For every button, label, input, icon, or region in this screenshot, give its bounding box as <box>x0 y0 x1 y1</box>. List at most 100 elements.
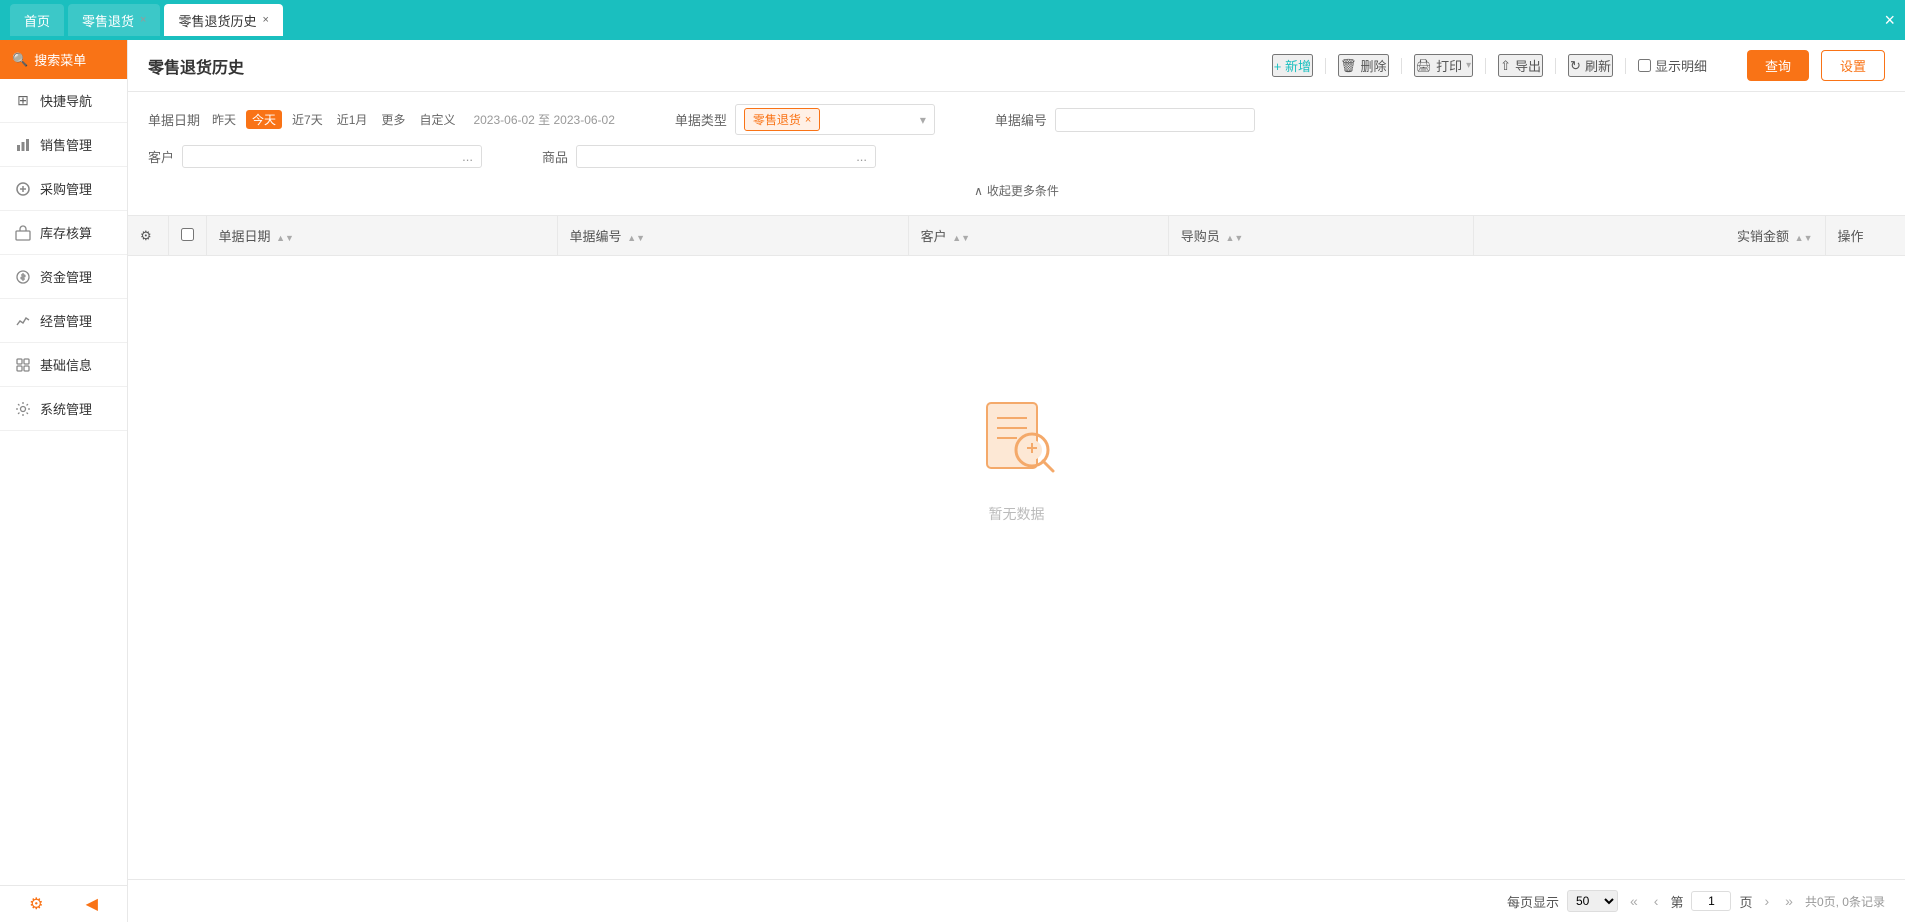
sidebar-item-inventory-label: 库存核算 <box>40 223 92 242</box>
per-page-select[interactable]: 50 20 100 <box>1567 890 1618 912</box>
goods-input-area[interactable]: ... <box>576 145 876 168</box>
show-detail-label: 显示明细 <box>1655 56 1707 75</box>
sidebar-settings-button[interactable]: ⚙ <box>29 894 43 914</box>
refresh-label: 刷新 <box>1585 56 1611 75</box>
th-no[interactable]: 单据编号 ▲▼ <box>557 216 908 256</box>
tab-retail-return-label: 零售退货 <box>82 11 134 30</box>
top-bar: 首页 零售退货 × 零售退货历史 × × <box>0 0 1905 40</box>
print-button[interactable]: 🖨 打印 ▾ <box>1414 54 1474 77</box>
date-label: 单据日期 <box>148 110 200 129</box>
th-amount[interactable]: 实销金额 ▲▼ <box>1474 216 1825 256</box>
goods-label: 商品 <box>542 147 568 166</box>
th-amount-sort[interactable]: ▲▼ <box>1795 233 1813 243</box>
system-icon <box>14 400 32 418</box>
doc-no-input[interactable] <box>1055 108 1255 132</box>
type-label: 单据类型 <box>675 110 727 129</box>
search-icon: 🔍 <box>12 52 28 68</box>
sidebar-item-sales-label: 销售管理 <box>40 135 92 154</box>
date-btn-more[interactable]: 更多 <box>377 110 409 129</box>
select-all-checkbox[interactable] <box>181 228 194 241</box>
next-page-button[interactable]: › <box>1761 891 1774 911</box>
empty-text: 暂无数据 <box>989 504 1045 524</box>
th-checkbox[interactable] <box>168 216 206 256</box>
th-settings[interactable]: ⚙ <box>128 216 168 256</box>
collapse-button[interactable]: ∧ 收起更多条件 <box>962 178 1071 203</box>
date-btn-7days[interactable]: 近7天 <box>288 110 327 129</box>
delete-button[interactable]: 🗑 删除 <box>1338 54 1389 77</box>
sidebar-search[interactable]: 🔍 搜索菜单 <box>0 40 127 79</box>
th-customer-sort[interactable]: ▲▼ <box>952 233 970 243</box>
action-divider-5 <box>1625 58 1626 74</box>
th-date-sort[interactable]: ▲▼ <box>276 233 294 243</box>
sidebar-item-quick-nav[interactable]: ⊞ 快捷导航 <box>0 79 127 123</box>
page-number-input[interactable] <box>1691 891 1731 911</box>
show-detail-checkbox-area[interactable]: 显示明细 <box>1638 56 1707 75</box>
empty-state: 暂无数据 <box>128 256 1905 656</box>
show-detail-checkbox[interactable] <box>1638 59 1651 72</box>
th-customer[interactable]: 客户 ▲▼ <box>908 216 1168 256</box>
query-button[interactable]: 查询 <box>1747 50 1809 81</box>
tab-retail-return[interactable]: 零售退货 × <box>68 4 160 36</box>
tab-retail-return-history-close[interactable]: × <box>262 14 268 26</box>
th-date[interactable]: 单据日期 ▲▼ <box>206 216 557 256</box>
date-btn-1month[interactable]: 近1月 <box>333 110 372 129</box>
sidebar-menu-button[interactable]: ◀ <box>86 894 98 914</box>
sidebar-item-base-info[interactable]: 基础信息 <box>0 343 127 387</box>
goods-ellipsis[interactable]: ... <box>856 149 867 164</box>
tab-bar: 首页 零售退货 × 零售退货历史 × <box>10 4 1884 36</box>
base-info-icon <box>14 356 32 374</box>
first-page-button[interactable]: « <box>1626 891 1642 911</box>
date-shortcuts: 昨天 今天 近7天 近1月 更多 自定义 <box>208 110 459 129</box>
per-page-label: 每页显示 <box>1507 892 1559 911</box>
selected-type-tag: 零售退货 × <box>744 108 820 131</box>
customer-ellipsis[interactable]: ... <box>462 149 473 164</box>
sidebar-item-inventory[interactable]: 库存核算 <box>0 211 127 255</box>
empty-icon <box>967 388 1067 488</box>
collapse-area: ∧ 收起更多条件 <box>148 178 1885 203</box>
sidebar-item-finance[interactable]: 资金管理 <box>0 255 127 299</box>
refresh-icon: ↻ <box>1570 58 1581 74</box>
th-no-label: 单据编号 <box>570 229 622 244</box>
data-table: ⚙ 单据日期 ▲▼ 单据编号 ▲▼ <box>128 216 1905 256</box>
date-btn-today[interactable]: 今天 <box>246 110 282 129</box>
customer-input-area[interactable]: ... <box>182 145 482 168</box>
sidebar-item-purchase-label: 采购管理 <box>40 179 92 198</box>
selected-type-label: 零售退货 <box>753 111 801 128</box>
new-button[interactable]: + 新增 <box>1272 54 1313 77</box>
date-btn-yesterday[interactable]: 昨天 <box>208 110 240 129</box>
type-tag-remove[interactable]: × <box>805 114 811 126</box>
sidebar-item-quick-nav-label: 快捷导航 <box>40 91 92 110</box>
th-no-sort[interactable]: ▲▼ <box>627 233 645 243</box>
sidebar-item-operation[interactable]: 经营管理 <box>0 299 127 343</box>
refresh-button[interactable]: ↻ 刷新 <box>1568 54 1613 77</box>
settings-icon[interactable]: ⚙ <box>140 228 152 243</box>
filter-area: 单据日期 昨天 今天 近7天 近1月 更多 自定义 2023-06-02 至 2… <box>128 92 1905 216</box>
sidebar-item-sales[interactable]: 销售管理 <box>0 123 127 167</box>
export-button[interactable]: ⇧ 导出 <box>1498 54 1543 77</box>
type-dropdown-arrow[interactable]: ▾ <box>920 113 926 127</box>
settings-button[interactable]: 设置 <box>1821 50 1885 81</box>
last-page-button[interactable]: » <box>1781 891 1797 911</box>
type-input-area[interactable]: 零售退货 × ▾ <box>735 104 935 135</box>
tab-home-label: 首页 <box>24 11 50 30</box>
page-label: 第 <box>1670 892 1683 911</box>
tab-retail-return-close[interactable]: × <box>140 14 146 26</box>
th-guide[interactable]: 导购员 ▲▼ <box>1168 216 1474 256</box>
export-label: 导出 <box>1515 56 1541 75</box>
print-icon: 🖨 <box>1416 58 1433 74</box>
tab-retail-return-history[interactable]: 零售退货历史 × <box>164 4 282 36</box>
sidebar-item-system[interactable]: 系统管理 <box>0 387 127 431</box>
sidebar-item-purchase[interactable]: 采购管理 <box>0 167 127 211</box>
th-guide-sort[interactable]: ▲▼ <box>1225 233 1243 243</box>
page-title: 零售退货历史 <box>148 54 244 78</box>
delete-label: 删除 <box>1361 56 1387 75</box>
print-dropdown-icon: ▾ <box>1466 60 1471 71</box>
sidebar: 🔍 搜索菜单 ⊞ 快捷导航 销售管理 采购管理 <box>0 40 128 922</box>
tab-home[interactable]: 首页 <box>10 4 64 36</box>
delete-icon: 🗑 <box>1340 58 1357 74</box>
date-btn-custom[interactable]: 自定义 <box>415 110 459 129</box>
window-close-button[interactable]: × <box>1884 10 1895 31</box>
operation-icon <box>14 312 32 330</box>
doc-type-filter: 单据类型 零售退货 × ▾ <box>675 104 935 135</box>
prev-page-button[interactable]: ‹ <box>1650 891 1663 911</box>
